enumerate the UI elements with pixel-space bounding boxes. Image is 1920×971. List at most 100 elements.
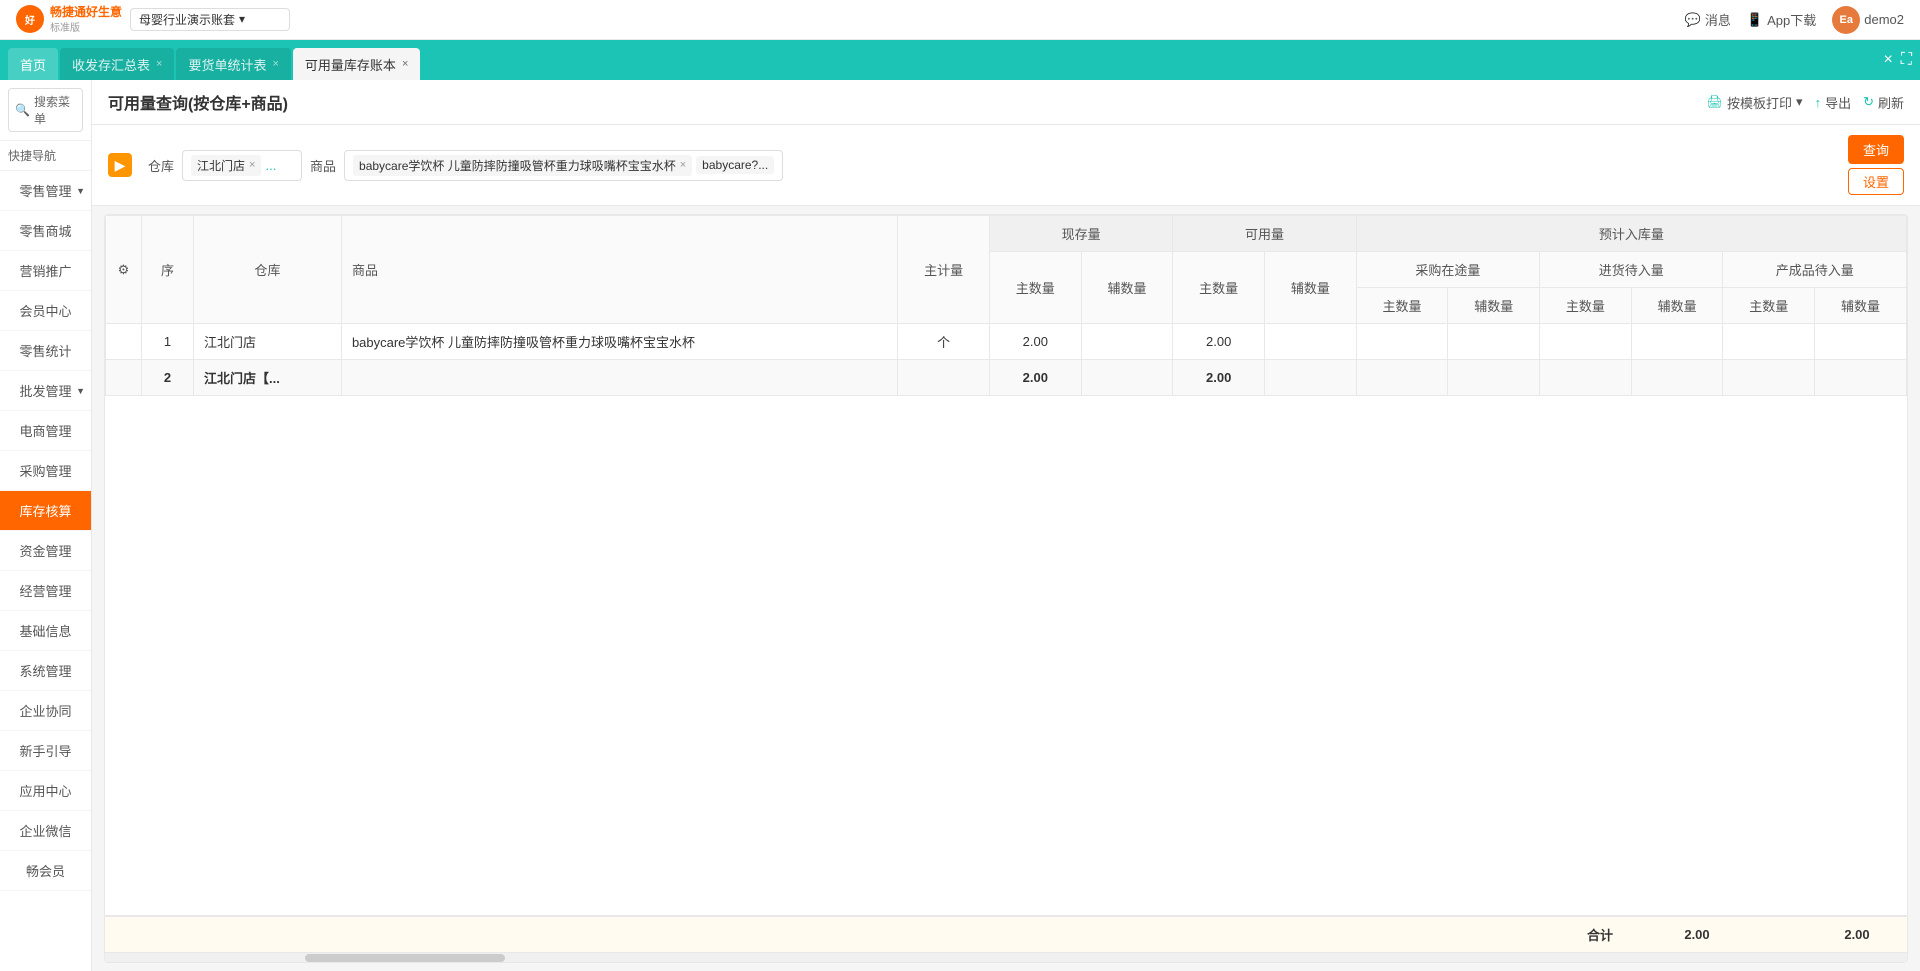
sidebar-item-vip[interactable]: 畅会员 <box>0 851 91 891</box>
sidebar-item-new-guide[interactable]: 新手引导 <box>0 731 91 771</box>
settings-button[interactable]: 设置 <box>1848 168 1904 195</box>
tab-order-label: 要货单统计表 <box>188 55 266 74</box>
product-tag-remove[interactable]: × <box>680 159 686 171</box>
row2-stock-aux <box>1081 360 1173 396</box>
fullscreen-button[interactable]: ⛶ <box>1901 52 1912 68</box>
app-download-button[interactable]: 📱 App下载 <box>1747 10 1816 29</box>
member-label: 会员中心 <box>19 301 71 320</box>
table-pending-arrival-header: 进货待入量 <box>1540 252 1723 288</box>
nav-tabs: 首页 收发存汇总表 × 要货单统计表 × 可用量库存账本 × × ⛶ <box>0 40 1920 80</box>
tab-receive-summary[interactable]: 收发存汇总表 × <box>60 48 174 80</box>
sidebar-item-ecommerce[interactable]: 电商管理 <box>0 411 91 451</box>
sidebar-item-retail-mall[interactable]: 零售商城 <box>0 211 91 251</box>
sidebar-item-enterprise[interactable]: 企业协同 <box>0 691 91 731</box>
print-button[interactable]: 🖨 按模板打印 ▾ <box>1707 93 1803 112</box>
print-icon: 🖨 <box>1707 94 1724 110</box>
row1-settings <box>106 324 142 360</box>
table-pur-main-header: 主数量 <box>1356 288 1448 324</box>
tab-order-stats[interactable]: 要货单统计表 × <box>176 48 290 80</box>
wholesale-label: 批发管理 <box>19 381 71 400</box>
product-tag: babycare学饮杯 儿童防摔防撞吸管杯重力球吸嘴杯宝宝水杯 × <box>353 155 692 176</box>
table-stock-main-header: 主数量 <box>989 252 1081 324</box>
search-menu-button[interactable]: 🔍 搜索菜单 <box>8 88 83 132</box>
tab-available-stock[interactable]: 可用量库存账本 × <box>293 48 420 80</box>
query-button[interactable]: 查询 <box>1848 135 1904 164</box>
sidebar-item-purchase[interactable]: 采购管理 <box>0 451 91 491</box>
app-download-label: App下载 <box>1767 10 1816 29</box>
sidebar-item-inventory[interactable]: 库存核算 <box>0 491 91 531</box>
sidebar-item-weixin[interactable]: 企业微信 <box>0 811 91 851</box>
sidebar-item-retail-stats[interactable]: 零售统计 <box>0 331 91 371</box>
tab-receive-close[interactable]: × <box>156 58 162 70</box>
product-tag-2: babycare?... <box>696 156 774 174</box>
sidebar-item-finance[interactable]: 资金管理 <box>0 531 91 571</box>
product-tag-value: babycare学饮杯 儿童防摔防撞吸管杯重力球吸嘴杯宝宝水杯 <box>359 157 676 174</box>
enterprise-label: 企业协同 <box>19 701 71 720</box>
finance-label: 资金管理 <box>19 541 71 560</box>
table-scrollbar[interactable] <box>105 952 1907 962</box>
product-input[interactable]: babycare学饮杯 儿童防摔防撞吸管杯重力球吸嘴杯宝宝水杯 × babyca… <box>344 150 783 181</box>
tab-available-close[interactable]: × <box>402 58 408 70</box>
store-selector[interactable]: 母婴行业演示账套 ▾ <box>130 8 290 31</box>
weixin-label: 企业微信 <box>19 821 71 840</box>
row1-avail-aux <box>1265 324 1357 360</box>
filter-group: 仓库 江北门店 × ... 商品 babycare学饮杯 儿童防摔防撞吸管杯重力… <box>148 150 1832 181</box>
user-area[interactable]: Ea demo2 <box>1832 6 1904 34</box>
top-bar: 好 畅捷通好生意 标准版 母婴行业演示账套 ▾ 💬 消息 📱 App下载 Ea … <box>0 0 1920 40</box>
logo-icon: 好 <box>16 5 44 33</box>
row2-stock-main: 2.00 <box>989 360 1081 396</box>
basic-info-label: 基础信息 <box>19 621 71 640</box>
content-area: 可用量查询(按仓库+商品) 🖨 按模板打印 ▾ ↑ 导出 ↻ 刷新 ▶ <box>92 80 1920 971</box>
tab-order-close[interactable]: × <box>272 58 278 70</box>
refresh-button[interactable]: ↻ 刷新 <box>1863 93 1904 112</box>
sidebar-item-basic-info[interactable]: 基础信息 <box>0 611 91 651</box>
warehouse-tag-remove[interactable]: × <box>249 159 255 171</box>
row2-arr-main <box>1540 360 1632 396</box>
table-prod-aux-header: 辅数量 <box>1815 288 1907 324</box>
table-available-header: 可用量 <box>1173 216 1356 252</box>
row1-prod-main <box>1723 324 1815 360</box>
table-arr-main-header: 主数量 <box>1540 288 1632 324</box>
table-expected-header: 预计入库量 <box>1356 216 1906 252</box>
table-scrollbar-thumb[interactable] <box>305 954 505 962</box>
row1-arr-main <box>1540 324 1632 360</box>
table-no-header: 序 <box>142 216 194 324</box>
message-button[interactable]: 💬 消息 <box>1685 10 1731 29</box>
table-row: 2 江北门店【... 2.00 2.00 <box>106 360 1907 396</box>
username: demo2 <box>1864 12 1904 27</box>
table-pending-production-header: 产成品待入量 <box>1723 252 1907 288</box>
inventory-label: 库存核算 <box>19 501 71 520</box>
sidebar: 🔍 搜索菜单 快捷导航 零售管理 零售商城 营销推广 会员中心 零售统计 批发管… <box>0 80 92 971</box>
app-center-label: 应用中心 <box>19 781 71 800</box>
row2-warehouse: 江北门店【... <box>193 360 341 396</box>
warehouse-input[interactable]: 江北门店 × ... <box>182 150 302 181</box>
sidebar-item-retail-management[interactable]: 零售管理 <box>0 171 91 211</box>
table-avail-aux-header: 辅数量 <box>1265 252 1357 324</box>
row2-pur-main <box>1356 360 1448 396</box>
sidebar-item-member[interactable]: 会员中心 <box>0 291 91 331</box>
filter-toggle-button[interactable]: ▶ <box>108 153 132 177</box>
table-pur-aux-header: 辅数量 <box>1448 288 1540 324</box>
sidebar-item-wholesale[interactable]: 批发管理 <box>0 371 91 411</box>
sidebar-item-app-center[interactable]: 应用中心 <box>0 771 91 811</box>
table-footer: 合计 2.00 2.00 <box>105 915 1907 952</box>
close-all-tabs-button[interactable]: × <box>1883 52 1892 68</box>
export-button[interactable]: ↑ 导出 <box>1815 93 1852 112</box>
table-settings-col[interactable]: ⚙ <box>106 216 142 324</box>
sidebar-item-marketing[interactable]: 营销推广 <box>0 251 91 291</box>
table-warehouse-header: 仓库 <box>193 216 341 324</box>
download-icon: 📱 <box>1747 12 1763 28</box>
tab-available-label: 可用量库存账本 <box>305 55 396 74</box>
export-label: 导出 <box>1825 93 1851 112</box>
row1-stock-main: 2.00 <box>989 324 1081 360</box>
tab-home[interactable]: 首页 <box>8 48 58 80</box>
row1-warehouse: 江北门店 <box>193 324 341 360</box>
row1-arr-aux <box>1631 324 1723 360</box>
chevron-down-icon: ▾ <box>239 12 245 26</box>
sidebar-item-operations[interactable]: 经营管理 <box>0 571 91 611</box>
system-label: 系统管理 <box>19 661 71 680</box>
sidebar-item-quick-nav[interactable]: 快捷导航 <box>0 141 91 171</box>
warehouse-more-dots[interactable]: ... <box>265 158 276 173</box>
sidebar-item-system[interactable]: 系统管理 <box>0 651 91 691</box>
page-header-actions: 🖨 按模板打印 ▾ ↑ 导出 ↻ 刷新 <box>1707 93 1905 112</box>
